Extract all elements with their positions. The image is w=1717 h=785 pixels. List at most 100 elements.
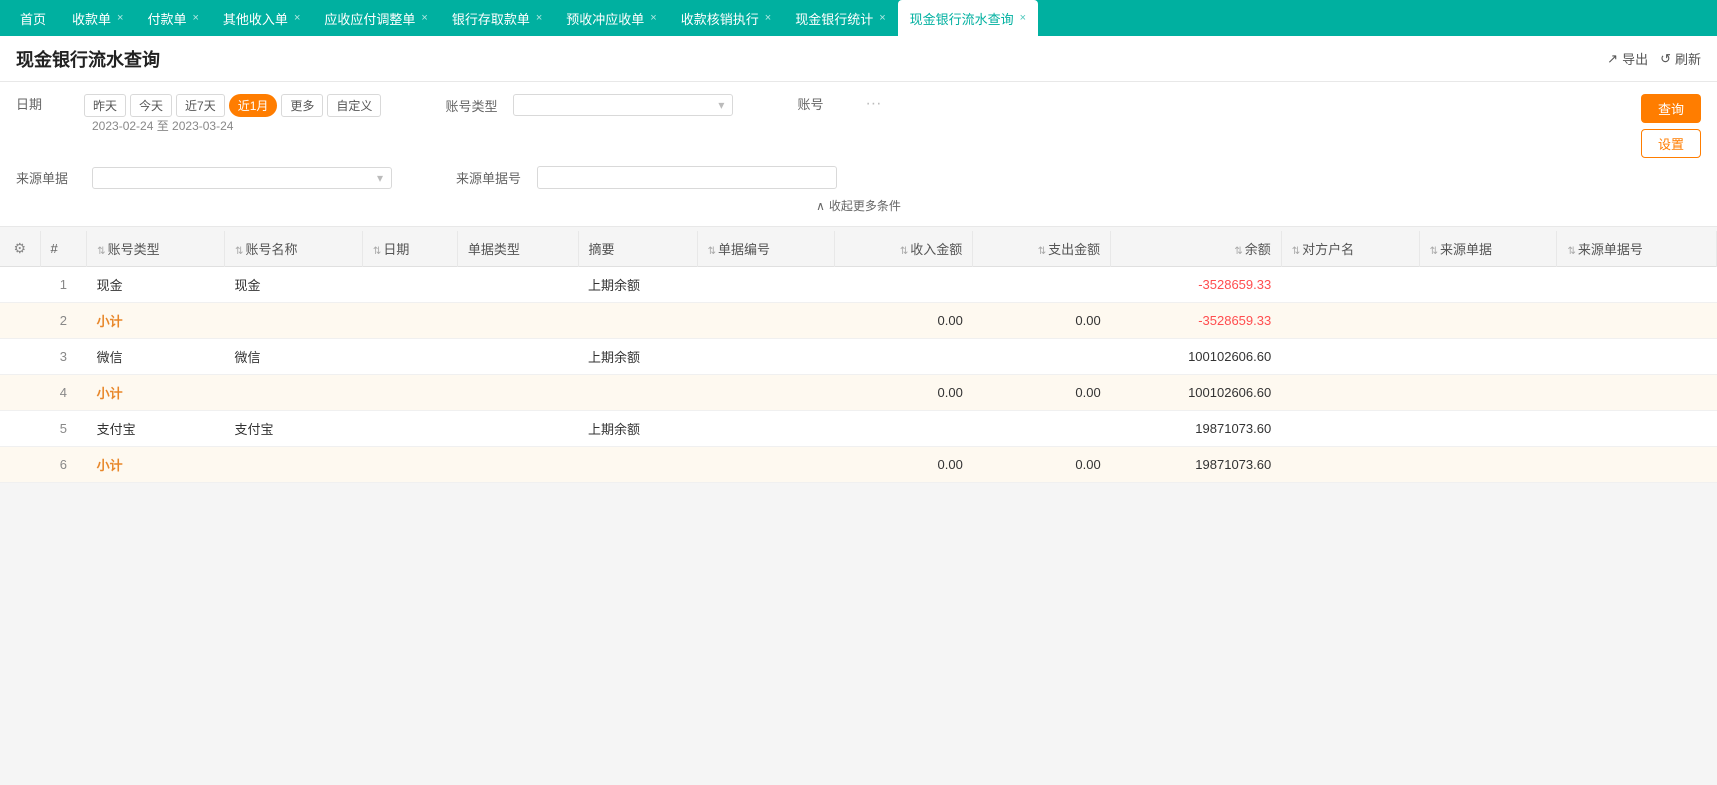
table-row: 1 现金 现金 上期余额 -3528659.33 [0, 267, 1717, 303]
doc-type-cell [457, 447, 578, 483]
sort-icon: ⇅ [900, 246, 908, 257]
doc-no-cell [697, 267, 835, 303]
account-type-cell: 支付宝 [87, 411, 225, 447]
doc-no-cell [697, 303, 835, 339]
sort-icon: ⇅ [1234, 246, 1242, 257]
tab-cash-flow[interactable]: 现金银行流水查询× [898, 0, 1038, 36]
home-label: 首页 [20, 9, 46, 28]
col-settings-cell [0, 447, 40, 483]
refresh-btn[interactable]: ↺ 刷新 [1660, 49, 1701, 68]
date-range-text: 2023-02-24 至 2023-03-24 [92, 117, 381, 134]
tab-prepay-close[interactable]: × [650, 12, 656, 24]
source-doc-cell [1419, 267, 1557, 303]
col-date-header[interactable]: ⇅日期 [362, 231, 457, 267]
nav-home[interactable]: 首页 [8, 0, 58, 36]
tab-other-income-close[interactable]: × [294, 12, 300, 24]
tab-receipt-close[interactable]: × [117, 12, 123, 24]
tab-cash-flow-close[interactable]: × [1020, 12, 1026, 24]
source-doc-cell [1419, 339, 1557, 375]
income-cell [835, 411, 973, 447]
col-account-name-header[interactable]: ⇅账号名称 [225, 231, 363, 267]
tab-cash-stat[interactable]: 现金银行统计× [783, 0, 897, 36]
tab-other-income[interactable]: 其他收入单× [211, 0, 312, 36]
gear-icon: ⚙ [13, 240, 26, 256]
tab-payment-close[interactable]: × [192, 12, 198, 24]
settings-btn[interactable]: 设置 [1641, 129, 1701, 158]
refresh-label: 刷新 [1675, 49, 1701, 68]
export-btn[interactable]: ↗ 导出 [1607, 49, 1648, 68]
date-cell [362, 267, 457, 303]
counterpart-cell [1281, 267, 1419, 303]
col-income-header[interactable]: ⇅收入金额 [835, 231, 973, 267]
col-counterpart-header[interactable]: ⇅对方户名 [1281, 231, 1419, 267]
date-cell [362, 339, 457, 375]
source-doc-no-cell [1557, 447, 1717, 483]
date-btn-近1月[interactable]: 近1月 [229, 94, 278, 117]
summary-cell: 上期余额 [578, 339, 697, 375]
sort-icon: ⇅ [235, 246, 243, 257]
col-doc-no-header[interactable]: ⇅单据编号 [697, 231, 835, 267]
doc-type-cell [457, 375, 578, 411]
account-dots[interactable]: ··· [865, 95, 881, 113]
doc-no-cell [697, 375, 835, 411]
tab-collect-exec[interactable]: 收款核销执行 × [669, 0, 783, 36]
sort-icon: ⇅ [1567, 246, 1575, 257]
table-row: 5 支付宝 支付宝 上期余额 19871073.60 [0, 411, 1717, 447]
sort-icon: ⇅ [97, 246, 105, 257]
tab-ar-adjust[interactable]: 应收应付调整单 × [312, 0, 439, 36]
header-actions: ↗ 导出 ↺ 刷新 [1607, 49, 1701, 68]
export-icon: ↗ [1607, 51, 1618, 67]
col-source-doc-header[interactable]: ⇅来源单据 [1419, 231, 1557, 267]
expense-cell: 0.00 [973, 375, 1111, 411]
source-doc-no-cell [1557, 411, 1717, 447]
source-doc-select[interactable] [92, 167, 392, 189]
tab-cash-stat-close[interactable]: × [879, 12, 885, 24]
action-buttons: 查询 设置 [1625, 94, 1701, 158]
summary-cell [578, 303, 697, 339]
row-num: 4 [40, 375, 87, 411]
date-btn-昨天[interactable]: 昨天 [84, 94, 126, 117]
col-expense-header[interactable]: ⇅支出金额 [973, 231, 1111, 267]
date-label: 日期 [16, 94, 76, 113]
expense-cell: 0.00 [973, 447, 1111, 483]
date-btn-今天[interactable]: 今天 [130, 94, 172, 117]
tab-prepay[interactable]: 预收冲应收单× [554, 0, 668, 36]
date-cell [362, 411, 457, 447]
tab-receipt[interactable]: 收款单× [60, 0, 135, 36]
counterpart-cell [1281, 303, 1419, 339]
account-type-chevron [718, 98, 724, 112]
row-num: 6 [40, 447, 87, 483]
tab-ar-adjust-label: 应收应付调整单 [324, 9, 415, 28]
tab-bank-deposit[interactable]: 银行存取款单× [440, 0, 554, 36]
tab-ar-adjust-close[interactable]: × [421, 12, 427, 24]
query-btn[interactable]: 查询 [1641, 94, 1701, 123]
summary-cell [578, 375, 697, 411]
date-btn-自定义[interactable]: 自定义 [327, 94, 381, 117]
col-balance-header[interactable]: ⇅余额 [1111, 231, 1282, 267]
income-cell [835, 267, 973, 303]
export-label: 导出 [1622, 49, 1648, 68]
balance-cell: 100102606.60 [1111, 339, 1282, 375]
balance-cell: 19871073.60 [1111, 447, 1282, 483]
account-type-label: 账号类型 [445, 96, 505, 115]
col-source-doc-no-header[interactable]: ⇅来源单据号 [1557, 231, 1717, 267]
account-name-cell [225, 375, 363, 411]
account-name-cell: 支付宝 [225, 411, 363, 447]
col-account-type-header[interactable]: ⇅账号类型 [87, 231, 225, 267]
account-name-cell: 现金 [225, 267, 363, 303]
tab-payment[interactable]: 付款单× [135, 0, 210, 36]
col-settings-header[interactable]: ⚙ [0, 231, 40, 267]
tab-collect-exec-close[interactable]: × [765, 12, 771, 24]
date-btn-近7天[interactable]: 近7天 [176, 94, 225, 117]
account-type-select[interactable] [513, 94, 733, 116]
col-settings-cell [0, 411, 40, 447]
collapse-bar[interactable]: ∧ 收起更多条件 [16, 193, 1701, 214]
date-btn-更多[interactable]: 更多 [281, 94, 323, 117]
source-doc-no-input[interactable] [537, 166, 837, 189]
sort-icon: ⇅ [1292, 246, 1300, 257]
balance-cell: 100102606.60 [1111, 375, 1282, 411]
table-row: 6 小计 0.00 0.00 19871073.60 [0, 447, 1717, 483]
tab-bank-deposit-close[interactable]: × [536, 12, 542, 24]
tab-collect-exec-label: 收款核销执行 [681, 9, 759, 28]
col-settings-cell [0, 303, 40, 339]
